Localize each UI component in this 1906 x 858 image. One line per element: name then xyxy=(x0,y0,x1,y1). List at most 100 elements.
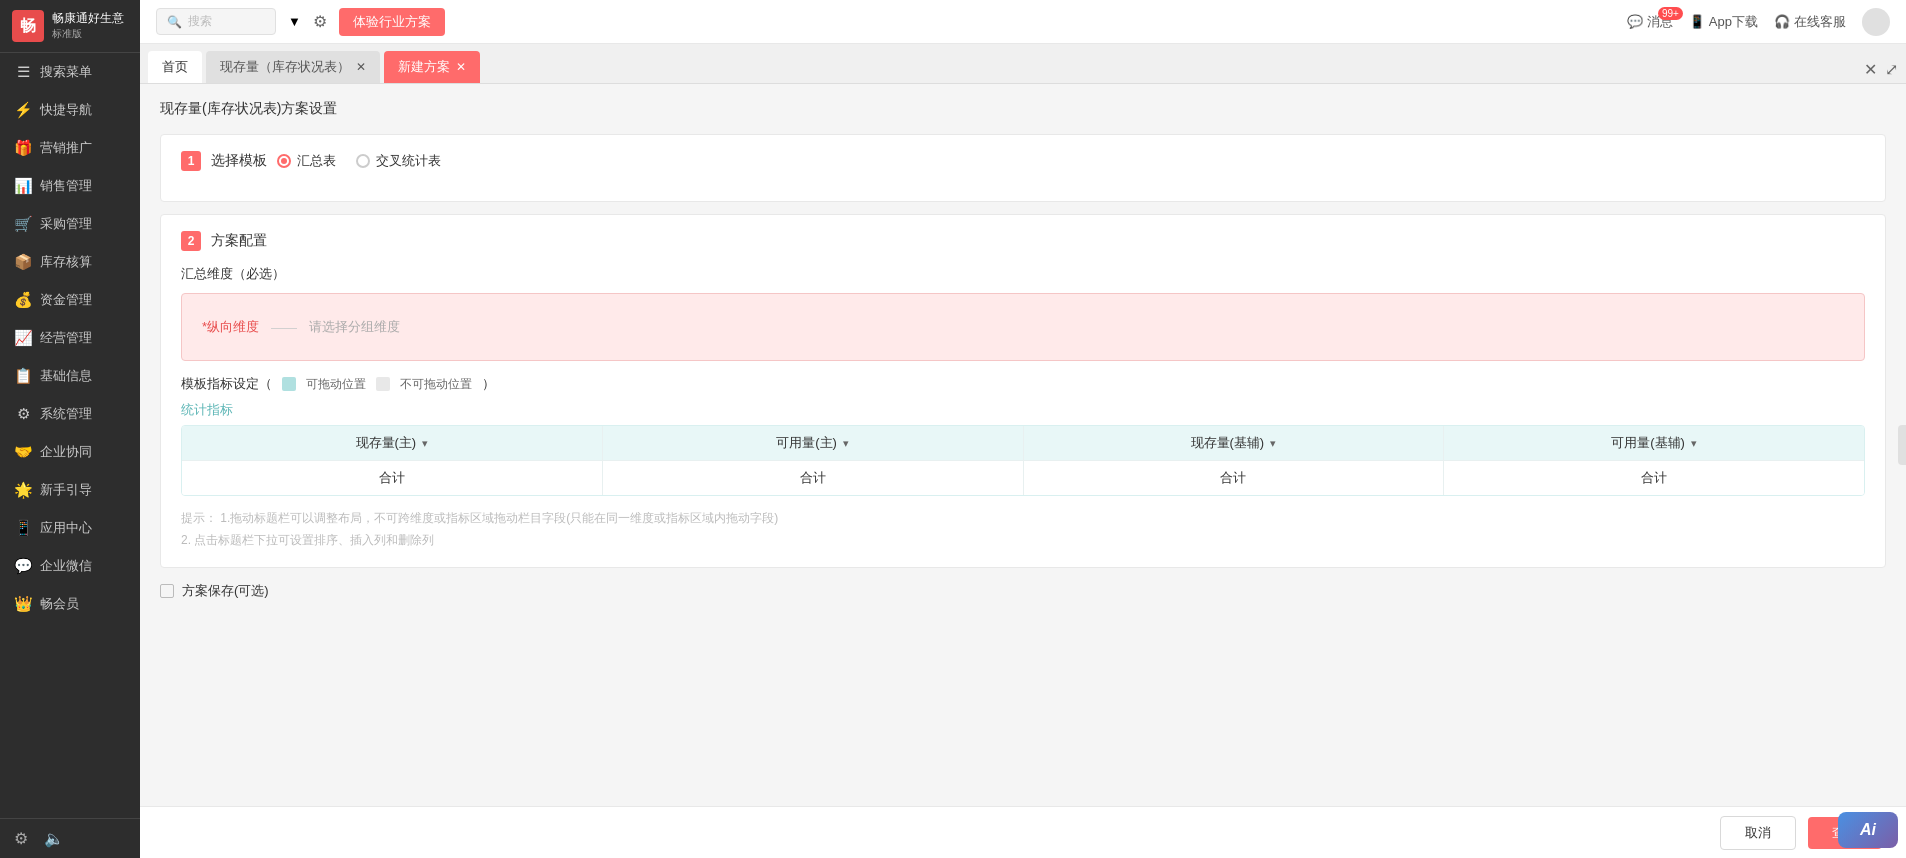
sidebar-bottom: ⚙ 🔈 xyxy=(0,818,140,858)
tab-home[interactable]: 首页 xyxy=(148,51,202,83)
dimension-placeholder: 请选择分组维度 xyxy=(309,318,400,336)
headset-icon: 🎧 xyxy=(1774,14,1790,29)
close-panel-icon[interactable]: ✕ xyxy=(1864,60,1877,79)
step1-num: 1 xyxy=(181,151,201,171)
marketing-icon: 🎁 xyxy=(14,139,32,157)
stats-col-2-data: 合计 xyxy=(603,461,1024,495)
radio-crosstab-label: 交叉统计表 xyxy=(376,152,441,170)
cancel-button[interactable]: 取消 xyxy=(1720,816,1796,850)
search-icon: 🔍 xyxy=(167,15,182,29)
sidebar-item-purchase[interactable]: 🛒 采购管理 xyxy=(0,205,140,243)
save-row: 方案保存(可选) xyxy=(160,582,1886,600)
speaker-icon[interactable]: 🔈 xyxy=(44,829,64,848)
stats-col-3-header[interactable]: 现存量(基辅) ▾ xyxy=(1024,426,1445,460)
tab-new-scheme[interactable]: 新建方案 ✕ xyxy=(384,51,480,83)
save-checkbox[interactable] xyxy=(160,584,174,598)
radio-summary[interactable]: 汇总表 xyxy=(277,152,336,170)
finance-icon: 💰 xyxy=(14,291,32,309)
message-icon: 💬 xyxy=(1627,14,1643,29)
settings-icon[interactable]: ⚙ xyxy=(14,829,28,848)
sidebar-item-system[interactable]: ⚙ 系统管理 xyxy=(0,395,140,433)
radio-crosstab[interactable]: 交叉统计表 xyxy=(356,152,441,170)
sidebar-item-label: 营销推广 xyxy=(40,139,92,157)
fixed-badge xyxy=(376,377,390,391)
basic-info-icon: 📋 xyxy=(14,367,32,385)
tab-inventory-status-close[interactable]: ✕ xyxy=(356,60,366,74)
tab-inventory-status[interactable]: 现存量（库存状况表） ✕ xyxy=(206,51,380,83)
stats-col-2-header[interactable]: 可用量(主) ▾ xyxy=(603,426,1024,460)
topbar-gear-icon[interactable]: ⚙ xyxy=(313,12,327,31)
expand-icon[interactable]: ⤢ xyxy=(1885,60,1898,79)
sidebar-item-label: 快捷导航 xyxy=(40,101,92,119)
topbar-search[interactable]: 🔍 搜索 xyxy=(156,8,276,35)
sidebar-item-search-menu[interactable]: ☰ 搜索菜单 xyxy=(0,53,140,91)
sidebar-logo: 畅 畅康通好生意 标准版 xyxy=(0,0,140,53)
sidebar-item-inventory[interactable]: 📦 库存核算 xyxy=(0,243,140,281)
dimension-separator: —— xyxy=(271,320,297,335)
radio-summary-circle xyxy=(277,154,291,168)
radio-crosstab-circle xyxy=(356,154,370,168)
stats-col-3-data: 合计 xyxy=(1024,461,1445,495)
sidebar-item-basic-info[interactable]: 📋 基础信息 xyxy=(0,357,140,395)
sidebar-item-marketing[interactable]: 🎁 营销推广 xyxy=(0,129,140,167)
fixed-legend: 不可拖动位置 xyxy=(400,376,472,393)
online-service[interactable]: 🎧 在线客服 xyxy=(1774,13,1846,31)
step2-title: 方案配置 xyxy=(211,232,267,250)
stats-title: 统计指标 xyxy=(181,401,1865,419)
app-name: 畅康通好生意 xyxy=(52,11,124,27)
sidebar: 畅 畅康通好生意 标准版 ☰ 搜索菜单 ⚡ 快捷导航 🎁 营销推广 📊 销售管理… xyxy=(0,0,140,858)
right-edge-indicator[interactable] xyxy=(1898,425,1906,465)
indicator-settings-label: 模板指标设定（ 可拖动位置 不可拖动位置 ） xyxy=(181,375,1865,393)
chevron-down-icon-3: ▾ xyxy=(1270,437,1276,450)
sidebar-item-app-center[interactable]: 📱 应用中心 xyxy=(0,509,140,547)
sidebar-item-operations[interactable]: 📈 经营管理 xyxy=(0,319,140,357)
sidebar-item-new-guide[interactable]: 🌟 新手引导 xyxy=(0,471,140,509)
tabbar: 首页 现存量（库存状况表） ✕ 新建方案 ✕ ✕ ⤢ xyxy=(140,44,1906,84)
main-area: 🔍 搜索 ▼ ⚙ 体验行业方案 💬 消息 99+ 📱 App下载 🎧 在线客服 xyxy=(140,0,1906,858)
chevron-down-icon-2: ▾ xyxy=(843,437,849,450)
step1-title: 选择模板 xyxy=(211,152,267,170)
sidebar-item-sales[interactable]: 📊 销售管理 xyxy=(0,167,140,205)
dimension-area[interactable]: *纵向维度 —— 请选择分组维度 xyxy=(181,293,1865,361)
member-icon: 👑 xyxy=(14,595,32,613)
step2-header: 2 方案配置 xyxy=(181,231,1865,251)
user-avatar[interactable] xyxy=(1862,8,1890,36)
tab-new-scheme-close[interactable]: ✕ xyxy=(456,60,466,74)
sidebar-item-member[interactable]: 👑 畅会员 xyxy=(0,585,140,623)
chevron-down-icon-1: ▾ xyxy=(422,437,428,450)
app-center-icon: 📱 xyxy=(14,519,32,537)
template-radio-group: 汇总表 交叉统计表 xyxy=(277,152,441,170)
sidebar-item-finance[interactable]: 💰 资金管理 xyxy=(0,281,140,319)
step1-section: 1 选择模板 汇总表 交叉统计表 xyxy=(160,134,1886,202)
draggable-legend: 可拖动位置 xyxy=(306,376,366,393)
topbar-dropdown[interactable]: ▼ xyxy=(288,14,301,29)
sidebar-item-label: 经营管理 xyxy=(40,329,92,347)
purchase-icon: 🛒 xyxy=(14,215,32,233)
stats-data-row: 合计 合计 合计 合计 xyxy=(182,460,1864,495)
draggable-badge xyxy=(282,377,296,391)
stats-col-1-data: 合计 xyxy=(182,461,603,495)
sidebar-item-quick-nav[interactable]: ⚡ 快捷导航 xyxy=(0,91,140,129)
ai-button[interactable]: Ai xyxy=(1838,812,1898,848)
sidebar-item-label: 销售管理 xyxy=(40,177,92,195)
cooperation-icon: 🤝 xyxy=(14,443,32,461)
sidebar-item-cooperation[interactable]: 🤝 企业协同 xyxy=(0,433,140,471)
app-download[interactable]: 📱 App下载 xyxy=(1689,13,1758,31)
sidebar-item-wechat[interactable]: 💬 企业微信 xyxy=(0,547,140,585)
message-badge[interactable]: 💬 消息 99+ xyxy=(1627,13,1673,31)
search-menu-icon: ☰ xyxy=(14,63,32,81)
message-count: 99+ xyxy=(1658,7,1683,20)
stats-col-1-header[interactable]: 现存量(主) ▾ xyxy=(182,426,603,460)
stats-table: 现存量(主) ▾ 可用量(主) ▾ 现存量(基辅) ▾ 可用量(基辅) ▾ xyxy=(181,425,1865,496)
sidebar-item-label: 新手引导 xyxy=(40,481,92,499)
trial-btn[interactable]: 体验行业方案 xyxy=(339,8,445,36)
sidebar-item-label: 畅会员 xyxy=(40,595,79,613)
sidebar-item-label: 企业微信 xyxy=(40,557,92,575)
stats-col-4-header[interactable]: 可用量(基辅) ▾ xyxy=(1444,426,1864,460)
tab-inventory-status-label: 现存量（库存状况表） xyxy=(220,58,350,76)
topbar-right: 💬 消息 99+ 📱 App下载 🎧 在线客服 xyxy=(1627,8,1890,36)
sidebar-item-label: 应用中心 xyxy=(40,519,92,537)
hint-2: 2. 点击标题栏下拉可设置排序、插入列和删除列 xyxy=(181,530,1865,552)
stats-header-row: 现存量(主) ▾ 可用量(主) ▾ 现存量(基辅) ▾ 可用量(基辅) ▾ xyxy=(182,426,1864,460)
content-area: 现存量(库存状况表)方案设置 1 选择模板 汇总表 交叉统计表 xyxy=(140,84,1906,806)
